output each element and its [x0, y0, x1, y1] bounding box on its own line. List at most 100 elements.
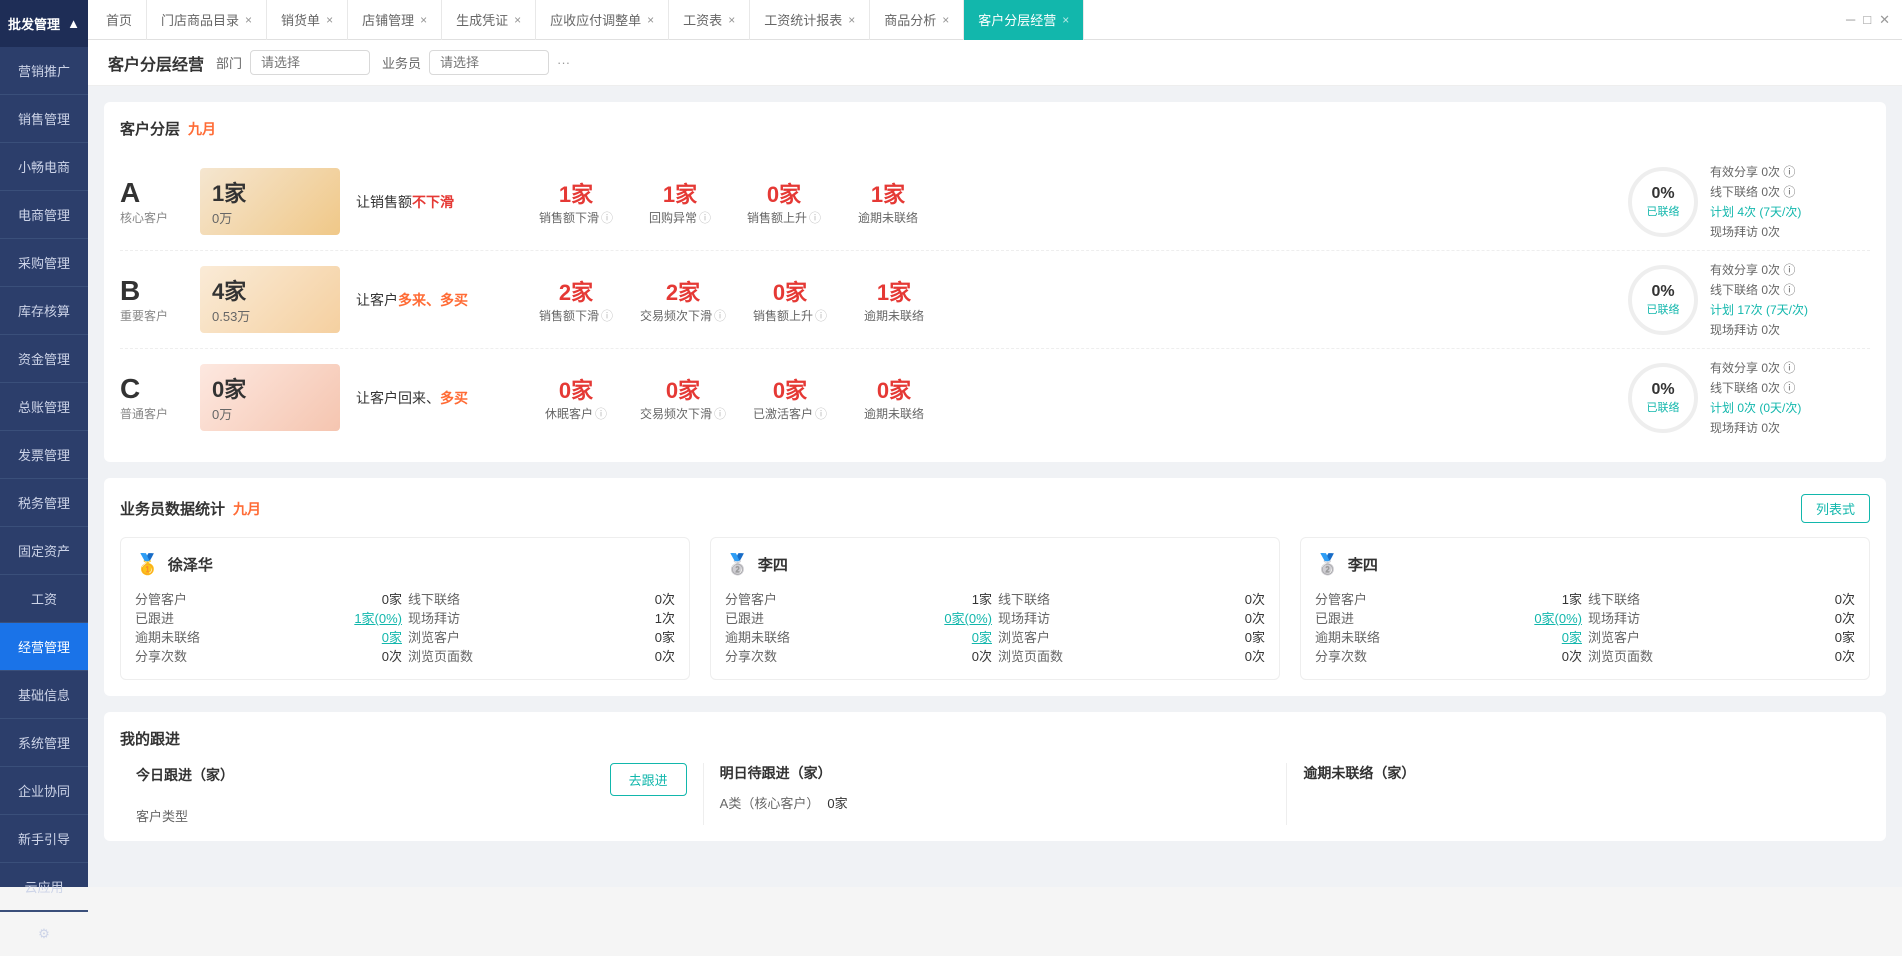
tier-count-C[interactable]: 0家0万: [200, 364, 340, 431]
plan-link[interactable]: 计划 4次 (7天/次): [1710, 203, 1870, 220]
tab-close-应收应付调整单[interactable]: ×: [647, 13, 654, 27]
tab-close-生成凭证[interactable]: ×: [514, 13, 521, 27]
sidebar-item-税务管理[interactable]: 税务管理: [0, 479, 88, 527]
stat-item[interactable]: 0家已激活客户 ⓘ: [750, 373, 830, 422]
tab-工资统计报表[interactable]: 工资统计报表×: [750, 0, 870, 40]
sidebar-item-资金管理[interactable]: 资金管理: [0, 335, 88, 383]
staff-row: 浏览客户0家: [998, 627, 1265, 646]
dept-filter: 部门: [216, 50, 370, 75]
customer-tier-section: 客户分层 九月 A核心客户1家0万让销售额不下滑1家销售额下滑 ⓘ1家回购异常 …: [104, 102, 1886, 462]
sidebar-item-库存核算[interactable]: 库存核算: [0, 287, 88, 335]
staff-row: 浏览页面数0次: [1588, 646, 1855, 665]
tab-应收应付调整单[interactable]: 应收应付调整单×: [536, 0, 669, 40]
dept-select[interactable]: [250, 50, 370, 75]
staff-row: 已跟进1家(0%): [135, 608, 402, 627]
stats-header: 业务员数据统计 九月 列表式: [120, 494, 1870, 523]
sidebar-item-经营管理[interactable]: 经营管理: [0, 623, 88, 671]
page-title: 客户分层经营: [108, 51, 204, 75]
tab-close-销货单[interactable]: ×: [326, 13, 333, 27]
tab-close-门店商品目录[interactable]: ×: [245, 13, 252, 27]
tab-生成凭证[interactable]: 生成凭证×: [442, 0, 536, 40]
staff-row: 现场拜访0次: [998, 608, 1265, 627]
stat-item[interactable]: 0家休眠客户 ⓘ: [536, 373, 616, 422]
staff-select[interactable]: [429, 50, 549, 75]
follow-col-today: 今日跟进（家） 去跟进 客户类型: [120, 763, 704, 825]
stat-item[interactable]: 1家逾期未联络: [854, 275, 934, 324]
tier-label-B: B重要客户: [120, 275, 200, 324]
tab-close-客户分层经营[interactable]: ×: [1062, 13, 1069, 27]
window-restore-icon[interactable]: □: [1863, 12, 1871, 27]
tier-count-B[interactable]: 4家0.53万: [200, 266, 340, 333]
tab-工资表[interactable]: 工资表×: [669, 0, 750, 40]
page-header: 客户分层经营 部门 业务员 ···: [88, 40, 1902, 86]
plan-link[interactable]: 计划 17次 (7天/次): [1710, 301, 1870, 318]
tab-close-工资表[interactable]: ×: [728, 13, 735, 27]
stat-item[interactable]: 0家交易频次下滑 ⓘ: [640, 373, 726, 422]
tab-客户分层经营[interactable]: 客户分层经营×: [964, 0, 1084, 40]
settings-button[interactable]: ⚙: [0, 911, 88, 956]
tab-首页[interactable]: 首页: [92, 0, 147, 40]
follow-overdue-title: 逾期未联络（家）: [1303, 763, 1854, 783]
sidebar-item-基础信息[interactable]: 基础信息: [0, 671, 88, 719]
tab-close-工资统计报表[interactable]: ×: [848, 13, 855, 27]
stat-item[interactable]: 0家销售额上升 ⓘ: [750, 275, 830, 324]
sidebar-item-营销推广[interactable]: 营销推广: [0, 47, 88, 95]
sidebar-item-云应用[interactable]: 云应用: [0, 863, 88, 911]
sidebar-header[interactable]: 批发管理 ▲: [0, 0, 88, 47]
staff-header-1: 🥈李四: [725, 552, 1265, 577]
sidebar-item-系统管理[interactable]: 系统管理: [0, 719, 88, 767]
staff-row: 浏览客户0家: [1588, 627, 1855, 646]
stat-item[interactable]: 1家回购异常 ⓘ: [640, 177, 720, 226]
tier-stats-A: 1家销售额下滑 ⓘ 1家回购异常 ⓘ 0家销售额上升 ⓘ 1家逾期未联络: [536, 177, 1616, 226]
sidebar-item-固定资产[interactable]: 固定资产: [0, 527, 88, 575]
sidebar-title: 批发管理: [8, 14, 60, 33]
tab-actions: ─ □ ✕: [1838, 12, 1898, 28]
sidebar-item-发票管理[interactable]: 发票管理: [0, 431, 88, 479]
follow-col-overdue: 逾期未联络（家）: [1287, 763, 1870, 825]
plan-link[interactable]: 计划 0次 (0天/次): [1710, 399, 1870, 416]
staff-grid-0: 分管客户0家已跟进1家(0%)逾期未联络0家分享次数0次线下联络0次现场拜访1次…: [135, 589, 675, 665]
tab-bar: 首页门店商品目录×销货单×店铺管理×生成凭证×应收应付调整单×工资表×工资统计报…: [88, 0, 1902, 40]
window-close-icon[interactable]: ✕: [1879, 12, 1890, 28]
tier-right-info-C: 有效分享 0次 ⓘ线下联络 0次 ⓘ计划 0次 (0天/次)现场拜访 0次: [1710, 359, 1870, 436]
staff-grid-2: 分管客户1家已跟进0家(0%)逾期未联络0家分享次数0次线下联络0次现场拜访0次…: [1315, 589, 1855, 665]
goto-followup-button[interactable]: 去跟进: [610, 763, 687, 796]
tab-门店商品目录[interactable]: 门店商品目录×: [147, 0, 267, 40]
sidebar-item-电商管理[interactable]: 电商管理: [0, 191, 88, 239]
sidebar-item-销售管理[interactable]: 销售管理: [0, 95, 88, 143]
stat-item[interactable]: 1家销售额下滑 ⓘ: [536, 177, 616, 226]
sidebar-item-小畅电商[interactable]: 小畅电商: [0, 143, 88, 191]
staff-row: 分享次数0次: [135, 646, 402, 665]
window-minimize-icon[interactable]: ─: [1846, 12, 1855, 27]
stats-title: 业务员数据统计 九月: [120, 498, 261, 519]
staff-card-0: 🥇徐泽华分管客户0家已跟进1家(0%)逾期未联络0家分享次数0次线下联络0次现场…: [120, 537, 690, 680]
list-view-button[interactable]: 列表式: [1801, 494, 1870, 523]
tier-count-A[interactable]: 1家0万: [200, 168, 340, 235]
staff-row: 逾期未联络0家: [1315, 627, 1582, 646]
sidebar-collapse-icon[interactable]: ▲: [67, 16, 80, 31]
medal-icon: 🥇: [135, 552, 160, 577]
filter-more-icon[interactable]: ···: [557, 55, 570, 70]
staff-cards: 🥇徐泽华分管客户0家已跟进1家(0%)逾期未联络0家分享次数0次线下联络0次现场…: [120, 537, 1870, 680]
tab-店铺管理[interactable]: 店铺管理×: [348, 0, 442, 40]
stat-item[interactable]: 2家销售额下滑 ⓘ: [536, 275, 616, 324]
sidebar-item-采购管理[interactable]: 采购管理: [0, 239, 88, 287]
staff-filter: 业务员 ···: [382, 50, 570, 75]
tab-销货单[interactable]: 销货单×: [267, 0, 348, 40]
stat-item[interactable]: 2家交易频次下滑 ⓘ: [640, 275, 726, 324]
staff-header-0: 🥇徐泽华: [135, 552, 675, 577]
stat-item[interactable]: 0家逾期未联络: [854, 373, 934, 422]
sidebar-item-总账管理[interactable]: 总账管理: [0, 383, 88, 431]
sidebar-item-新手引导[interactable]: 新手引导: [0, 815, 88, 863]
tab-close-店铺管理[interactable]: ×: [420, 13, 427, 27]
business-stats-section: 业务员数据统计 九月 列表式 🥇徐泽华分管客户0家已跟进1家(0%)逾期未联络0…: [104, 478, 1886, 696]
stat-item[interactable]: 1家逾期未联络: [848, 177, 928, 226]
sidebar-item-企业协同[interactable]: 企业协同: [0, 767, 88, 815]
tab-商品分析[interactable]: 商品分析×: [870, 0, 964, 40]
staff-card-1: 🥈李四分管客户1家已跟进0家(0%)逾期未联络0家分享次数0次线下联络0次现场拜…: [710, 537, 1280, 680]
stat-item[interactable]: 0家销售额上升 ⓘ: [744, 177, 824, 226]
sidebar-item-工资[interactable]: 工资: [0, 575, 88, 623]
follow-columns: 今日跟进（家） 去跟进 客户类型 明日待跟进（家） A类（核心客户）0家 逾期未…: [120, 763, 1870, 825]
tab-close-商品分析[interactable]: ×: [942, 13, 949, 27]
staff-row: 线下联络0次: [998, 589, 1265, 608]
